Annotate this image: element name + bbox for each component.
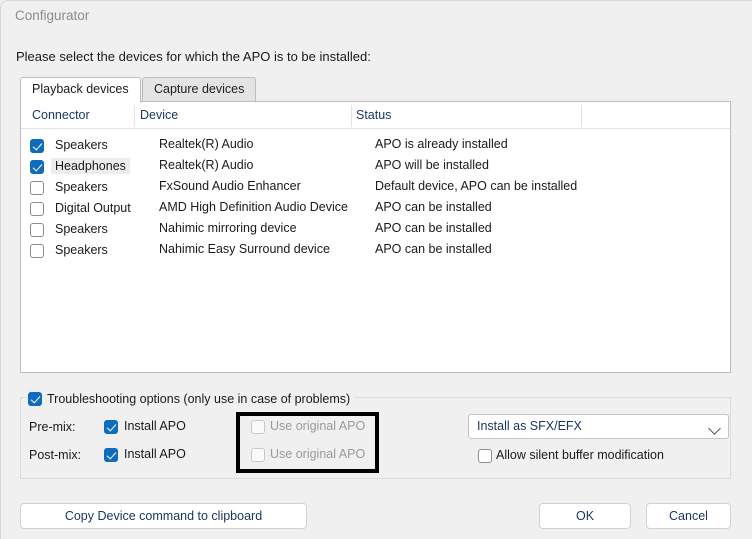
window-title: Configurator <box>15 8 89 23</box>
premix-label: Pre-mix: <box>29 420 76 434</box>
troubleshooting-checkbox[interactable] <box>28 392 42 406</box>
cell-device: Nahimic Easy Surround device <box>159 242 330 256</box>
cell-status: APO can be installed <box>375 200 492 214</box>
title-bar: Configurator <box>1 1 752 33</box>
cell-connector: Digital Output <box>51 200 135 216</box>
troubleshooting-toggle[interactable]: Troubleshooting options (only use in cas… <box>28 391 354 407</box>
cell-connector: Speakers <box>51 137 112 153</box>
postmix-install-apo-checkbox[interactable] <box>104 448 118 462</box>
premix-use-original-apo-label: Use original APO <box>270 419 365 433</box>
premix-install-apo-label: Install APO <box>124 419 186 433</box>
install-mode-dropdown[interactable]: Install as SFX/EFX <box>468 414 729 439</box>
device-list-header: Connector Device Status <box>21 102 730 129</box>
cell-connector: Speakers <box>51 221 112 237</box>
column-header-status[interactable]: Status <box>356 108 391 122</box>
cancel-button[interactable]: Cancel <box>646 503 731 529</box>
cell-connector: Speakers <box>51 242 112 258</box>
chevron-down-icon <box>708 422 721 435</box>
cell-connector: Speakers <box>51 179 112 195</box>
column-divider[interactable] <box>351 105 352 127</box>
row-checkbox[interactable] <box>30 181 44 195</box>
postmix-use-original-apo-checkbox <box>251 448 265 462</box>
row-checkbox[interactable] <box>30 160 44 174</box>
column-header-device[interactable]: Device <box>140 108 178 122</box>
postmix-use-original-apo-label: Use original APO <box>270 447 365 461</box>
table-row[interactable]: Speakers Realtek(R) Audio APO is already… <box>21 135 730 156</box>
tab-capture-devices[interactable]: Capture devices <box>142 77 256 102</box>
cell-device: Realtek(R) Audio <box>159 158 254 172</box>
table-row[interactable]: Speakers FxSound Audio Enhancer Default … <box>21 177 730 198</box>
cell-status: APO can be installed <box>375 242 492 256</box>
column-header-connector[interactable]: Connector <box>32 108 90 122</box>
cell-device: FxSound Audio Enhancer <box>159 179 301 193</box>
premix-install-apo-checkbox[interactable] <box>104 420 118 434</box>
allow-silent-buffer-label: Allow silent buffer modification <box>496 448 664 462</box>
table-row[interactable]: Speakers Nahimic mirroring device APO ca… <box>21 219 730 240</box>
cell-status: Default device, APO can be installed <box>375 179 577 193</box>
cell-status: APO is already installed <box>375 137 508 151</box>
row-checkbox[interactable] <box>30 244 44 258</box>
cell-status: APO will be installed <box>375 158 489 172</box>
cell-device: Realtek(R) Audio <box>159 137 254 151</box>
cell-status: APO can be installed <box>375 221 492 235</box>
column-divider[interactable] <box>581 105 582 127</box>
copy-device-command-button[interactable]: Copy Device command to clipboard <box>20 503 307 529</box>
tab-playback-devices[interactable]: Playback devices <box>20 77 141 103</box>
row-checkbox[interactable] <box>30 223 44 237</box>
column-divider[interactable] <box>134 105 135 127</box>
row-checkbox[interactable] <box>30 139 44 153</box>
premix-use-original-apo-checkbox <box>251 420 265 434</box>
ok-button[interactable]: OK <box>539 503 631 529</box>
postmix-install-apo-label: Install APO <box>124 447 186 461</box>
table-row[interactable]: Speakers Nahimic Easy Surround device AP… <box>21 240 730 261</box>
cell-connector: Headphones <box>51 158 130 174</box>
install-mode-value: Install as SFX/EFX <box>477 419 582 433</box>
device-list[interactable]: Connector Device Status Speakers Realtek… <box>20 101 731 373</box>
table-row[interactable]: Digital Output AMD High Definition Audio… <box>21 198 730 219</box>
cell-device: AMD High Definition Audio Device <box>159 200 348 214</box>
allow-silent-buffer-checkbox[interactable] <box>478 449 492 463</box>
instruction-text: Please select the devices for which the … <box>16 49 371 64</box>
table-row[interactable]: Headphones Realtek(R) Audio APO will be … <box>21 156 730 177</box>
cell-device: Nahimic mirroring device <box>159 221 297 235</box>
configurator-window: Configurator Please select the devices f… <box>0 0 752 539</box>
postmix-label: Post-mix: <box>29 448 81 462</box>
troubleshooting-label: Troubleshooting options (only use in cas… <box>47 392 350 406</box>
row-checkbox[interactable] <box>30 202 44 216</box>
